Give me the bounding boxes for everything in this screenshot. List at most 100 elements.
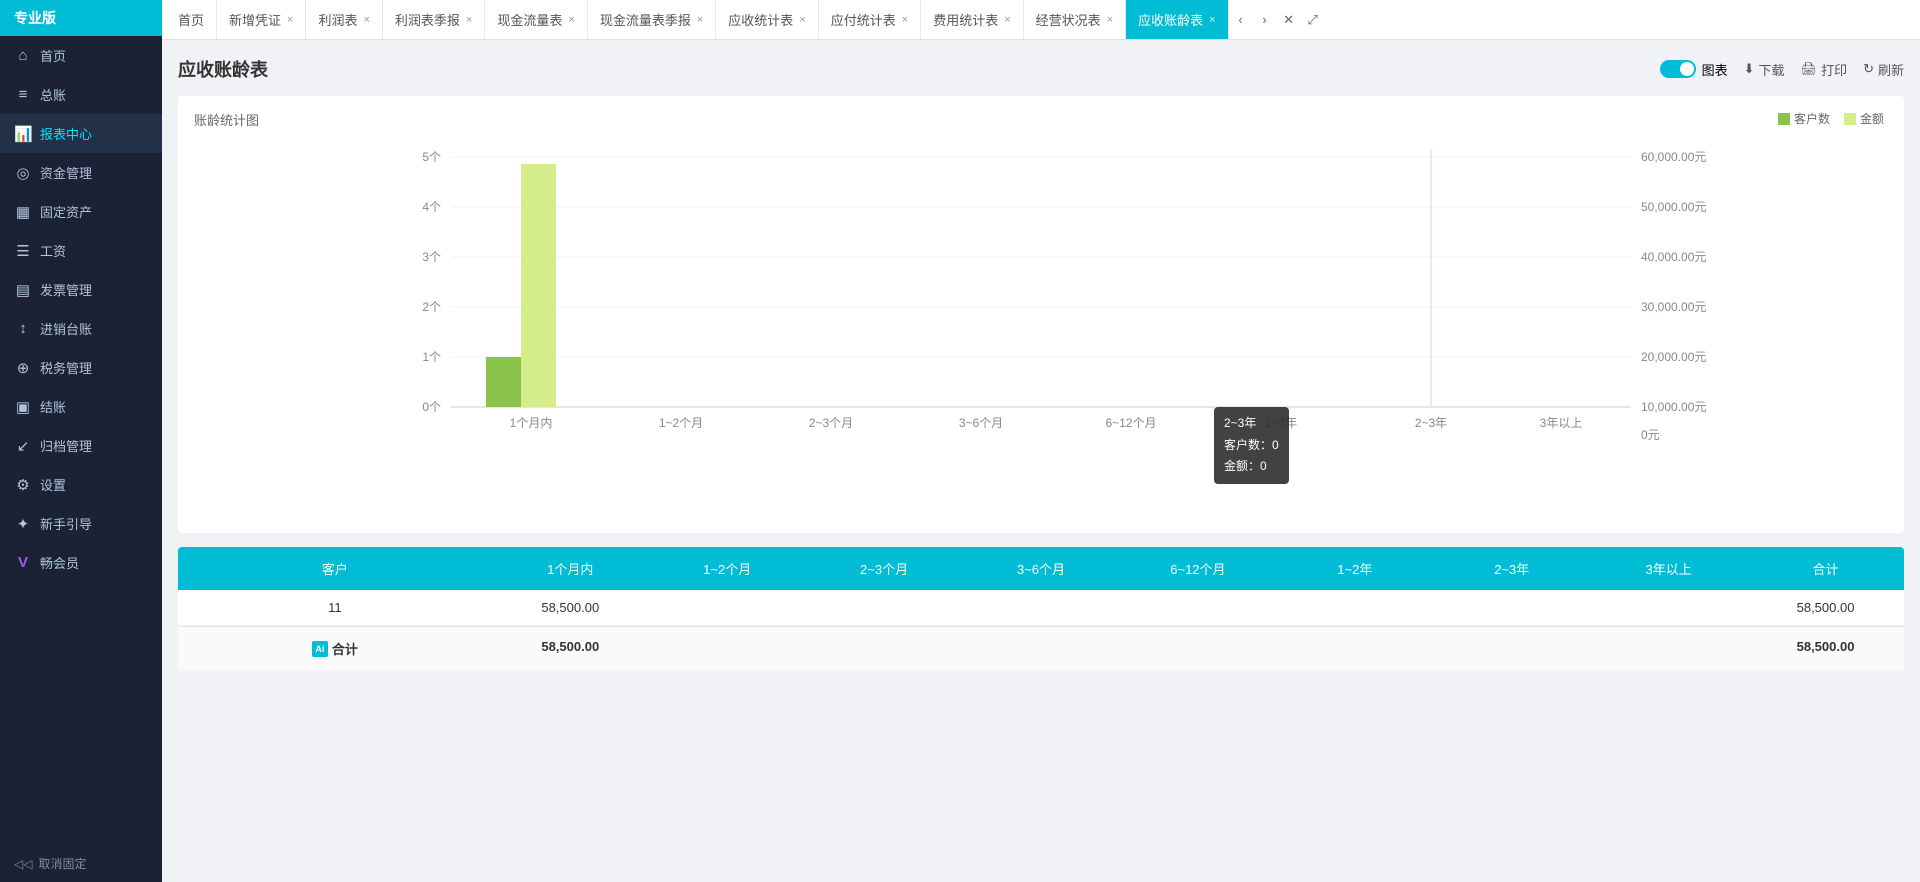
sidebar-item-label: 归档管理 bbox=[40, 436, 92, 455]
tab-close-icon[interactable]: × bbox=[1004, 14, 1010, 26]
svg-text:4个: 4个 bbox=[422, 200, 441, 214]
tab-label: 经营状况表 bbox=[1036, 10, 1101, 29]
refresh-label: 刷新 bbox=[1878, 60, 1904, 79]
legend-customer-label: 客户数 bbox=[1794, 110, 1830, 127]
col-header-m3-6: 3~6个月 bbox=[963, 547, 1120, 590]
sidebar-item-asset[interactable]: ▦ 固定资产 bbox=[0, 192, 162, 231]
col-header-m2-3: 2~3个月 bbox=[806, 547, 963, 590]
asset-icon: ▦ bbox=[14, 203, 32, 221]
tab-label: 现金流量表 bbox=[497, 10, 562, 29]
sidebar-item-close[interactable]: ▣ 结账 bbox=[0, 387, 162, 426]
data-table: 客户 1个月内 1~2个月 2~3个月 3~6个月 6~12个月 1~2年 2~… bbox=[178, 547, 1904, 670]
sidebar-item-invoice[interactable]: ▤ 发票管理 bbox=[0, 270, 162, 309]
legend-customer-icon bbox=[1778, 113, 1790, 125]
bar-customer-1month bbox=[486, 357, 521, 407]
sidebar-item-label: 首页 bbox=[40, 46, 66, 65]
tab-close-icon[interactable]: × bbox=[568, 14, 574, 26]
app-logo: 专业版 bbox=[0, 0, 162, 36]
cell-total: 58,500.00 bbox=[1747, 590, 1904, 625]
tab-close-icon[interactable]: × bbox=[363, 14, 369, 26]
chart-legend: 客户数 金额 bbox=[1778, 110, 1884, 127]
sidebar-item-archive[interactable]: ↙ 归档管理 bbox=[0, 426, 162, 465]
sidebar-item-home[interactable]: ⌂ 首页 bbox=[0, 36, 162, 75]
tab-close-icon[interactable]: × bbox=[902, 14, 908, 26]
legend-amount-label: 金额 bbox=[1860, 110, 1884, 127]
svg-text:50,000.00元: 50,000.00元 bbox=[1641, 200, 1706, 214]
toggle-thumb bbox=[1680, 62, 1694, 76]
tab-biz-status[interactable]: 经营状况表 × bbox=[1024, 0, 1126, 40]
col-header-m6-12: 6~12个月 bbox=[1119, 547, 1276, 590]
tab-profit[interactable]: 利润表 × bbox=[306, 0, 382, 40]
sidebar-item-label: 进销台账 bbox=[40, 319, 92, 338]
footer-y2-3 bbox=[1433, 627, 1590, 670]
tab-profit-quarter[interactable]: 利润表季报 × bbox=[383, 0, 485, 40]
refresh-icon: ↻ bbox=[1863, 61, 1874, 77]
tab-close-icon[interactable]: × bbox=[1209, 14, 1215, 26]
tab-fullscreen-btn[interactable]: ⤢ bbox=[1301, 8, 1325, 32]
tab-close-icon[interactable]: × bbox=[697, 14, 703, 26]
svg-text:60,000.00元: 60,000.00元 bbox=[1641, 150, 1706, 164]
print-btn[interactable]: 🖨 打印 bbox=[1801, 60, 1848, 79]
svg-text:3~6个月: 3~6个月 bbox=[959, 416, 1003, 430]
tab-close-all-btn[interactable]: ✕ bbox=[1277, 8, 1301, 32]
svg-text:2~3年: 2~3年 bbox=[1415, 416, 1447, 430]
chart-tooltip: 2~3年 客户数：0 金额：0 bbox=[1214, 407, 1289, 484]
tab-close-icon[interactable]: × bbox=[799, 14, 805, 26]
tab-new-voucher[interactable]: 新增凭证 × bbox=[217, 0, 306, 40]
download-btn[interactable]: ⬇ 下载 bbox=[1744, 60, 1785, 79]
svg-text:1~2个月: 1~2个月 bbox=[659, 416, 703, 430]
tab-label: 利润表季报 bbox=[395, 10, 460, 29]
col-header-m1-2: 1~2个月 bbox=[649, 547, 806, 590]
fund-icon: ◎ bbox=[14, 164, 32, 182]
cell-m1: 58,500.00 bbox=[492, 590, 649, 625]
chart-toggle[interactable]: 图表 bbox=[1660, 60, 1728, 79]
tab-ar-aging[interactable]: 应收账龄表 × bbox=[1126, 0, 1228, 40]
sidebar-item-salary[interactable]: ☰ 工资 bbox=[0, 231, 162, 270]
tab-close-icon[interactable]: × bbox=[466, 14, 472, 26]
tab-label: 应付统计表 bbox=[831, 10, 896, 29]
tab-next-btn[interactable]: › bbox=[1253, 8, 1277, 32]
sidebar-item-label: 发票管理 bbox=[40, 280, 92, 299]
tab-bar: 首页 新增凭证 × 利润表 × 利润表季报 × 现金流量表 × 现金流量表季报 … bbox=[162, 0, 1920, 40]
sidebar-item-settings[interactable]: ⚙ 设置 bbox=[0, 465, 162, 504]
footer-total: 58,500.00 bbox=[1747, 627, 1904, 670]
tab-label: 费用统计表 bbox=[933, 10, 998, 29]
sidebar-item-member[interactable]: V 畅会员 bbox=[0, 543, 162, 582]
footer-m3-6 bbox=[963, 627, 1120, 670]
home-icon: ⌂ bbox=[14, 47, 32, 64]
refresh-btn[interactable]: ↻ 刷新 bbox=[1863, 60, 1904, 79]
sidebar-item-fund[interactable]: ◎ 资金管理 bbox=[0, 153, 162, 192]
print-label: 打印 bbox=[1821, 60, 1847, 79]
sidebar-item-report[interactable]: 📊 报表中心 bbox=[0, 114, 162, 153]
toggle-track[interactable] bbox=[1660, 60, 1696, 78]
table-row: 11 58,500.00 58,500.00 bbox=[178, 590, 1904, 626]
tab-ar-stats[interactable]: 应收统计表 × bbox=[716, 0, 818, 40]
col-header-y1-2: 1~2年 bbox=[1276, 547, 1433, 590]
sidebar-item-sales[interactable]: ↕ 进销台账 bbox=[0, 309, 162, 348]
report-icon: 📊 bbox=[14, 125, 32, 143]
tab-expense-stats[interactable]: 费用统计表 × bbox=[921, 0, 1023, 40]
tab-home[interactable]: 首页 bbox=[166, 0, 217, 40]
sidebar-item-tax[interactable]: ⊕ 税务管理 bbox=[0, 348, 162, 387]
footer-y3plus bbox=[1590, 627, 1747, 670]
tab-ap-stats[interactable]: 应付统计表 × bbox=[819, 0, 921, 40]
salary-icon: ☰ bbox=[14, 242, 32, 260]
table-header: 客户 1个月内 1~2个月 2~3个月 3~6个月 6~12个月 1~2年 2~… bbox=[178, 547, 1904, 590]
sidebar-item-label: 总账 bbox=[40, 85, 66, 104]
chart-area: 账龄统计图 客户数 金额 5个 4个 3个 2个 bbox=[178, 96, 1904, 533]
tab-close-icon[interactable]: × bbox=[287, 14, 293, 26]
legend-customer: 客户数 bbox=[1778, 110, 1830, 127]
tab-cashflow[interactable]: 现金流量表 × bbox=[485, 0, 587, 40]
pin-toggle[interactable]: ◁◁ 取消固定 bbox=[0, 845, 162, 882]
member-icon: V bbox=[14, 554, 32, 571]
sidebar-item-guide[interactable]: ✦ 新手引导 bbox=[0, 504, 162, 543]
footer-label-cell: Ai 合计 bbox=[178, 627, 492, 670]
tab-cashflow-quarter[interactable]: 现金流量表季报 × bbox=[588, 0, 716, 40]
tab-label: 应收统计表 bbox=[728, 10, 793, 29]
col-header-y2-3: 2~3年 bbox=[1433, 547, 1590, 590]
tab-prev-btn[interactable]: ‹ bbox=[1229, 8, 1253, 32]
tab-close-icon[interactable]: × bbox=[1107, 14, 1113, 26]
bar-chart: 5个 4个 3个 2个 1个 0个 60,000.00元 50,000.00元 … bbox=[194, 139, 1888, 509]
sidebar-item-ledger[interactable]: ≡ 总账 bbox=[0, 75, 162, 114]
cell-y3plus bbox=[1590, 590, 1747, 625]
